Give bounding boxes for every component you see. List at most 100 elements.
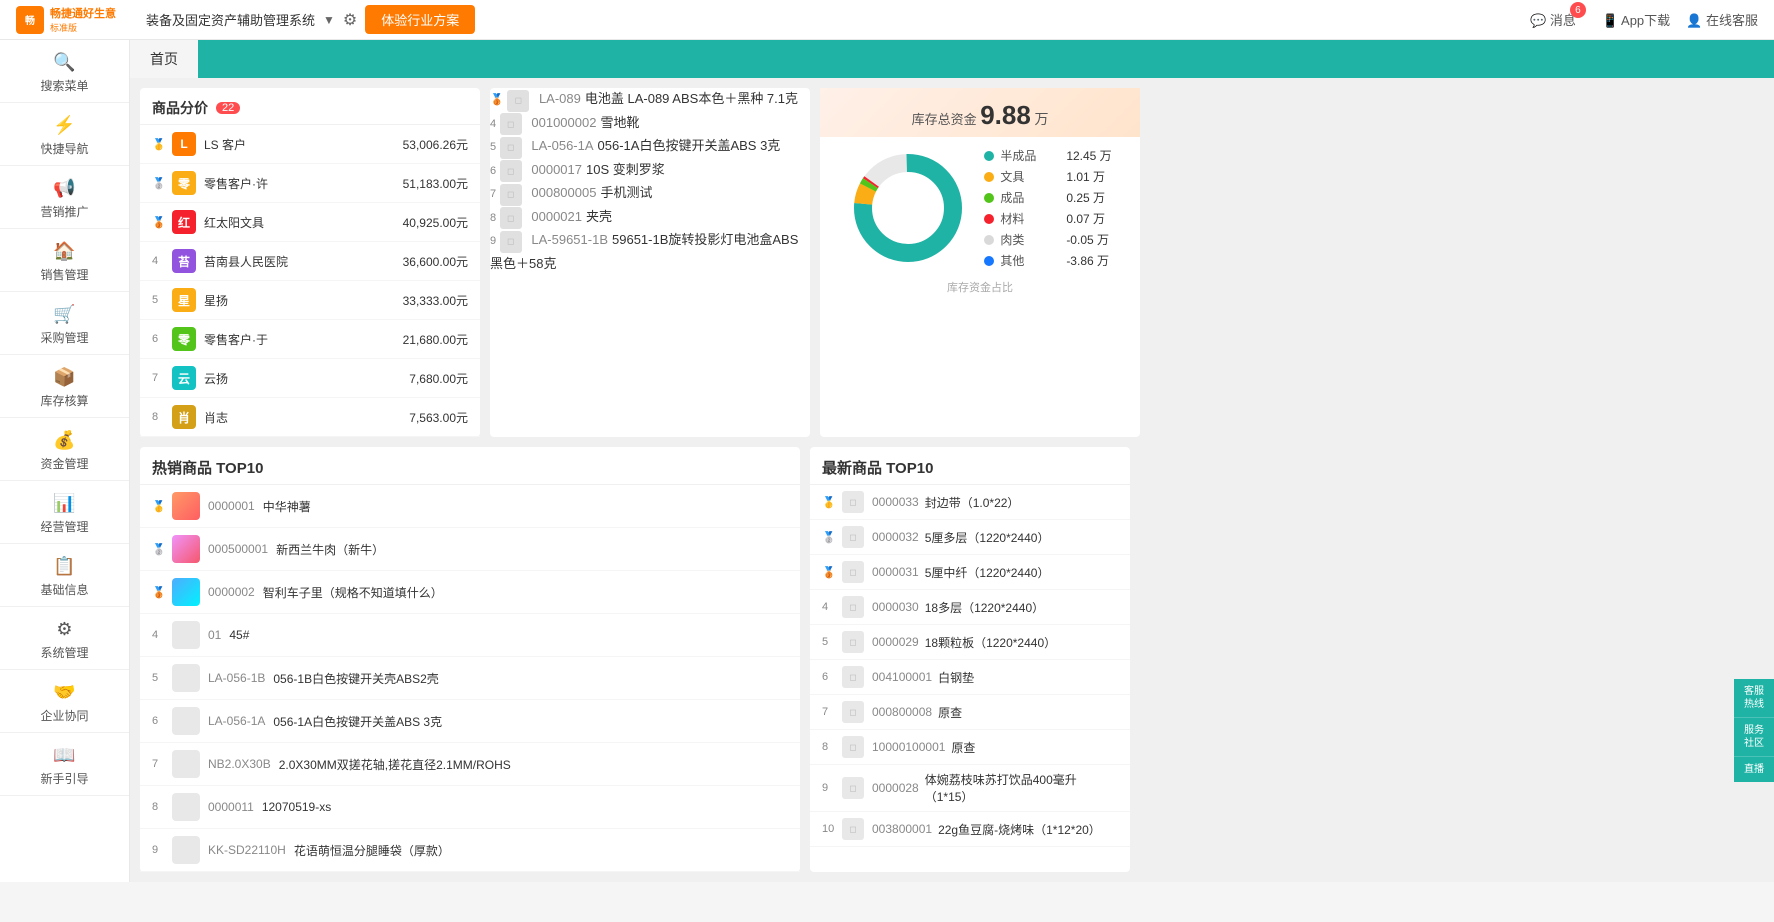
legend-dot-finished [984, 193, 994, 203]
new-prod-img: ◻ [842, 526, 864, 548]
enterprise-icon: 🤝 [53, 682, 75, 703]
table-row: 4 苔 苔南县人民医院 36,600.00元 [140, 242, 480, 281]
table-row: 8 肖 肖志 7,563.00元 [140, 398, 480, 437]
customer-name: 红太阳文具 [204, 214, 403, 231]
new-prod-img: ◻ [842, 701, 864, 723]
basics-icon: 📋 [53, 556, 75, 577]
legend-dot-materials [984, 214, 994, 224]
customer-name: 云扬 [204, 370, 409, 387]
prod-img: ◻ [500, 113, 522, 135]
list-item: 🥈 000500001 新西兰牛肉（新牛） [140, 528, 800, 571]
list-item: 7 ◻ 000800008 原查 [810, 695, 1130, 730]
customer-name: LS 客户 [204, 136, 403, 153]
product-image [172, 578, 200, 606]
customer-name: 苔南县人民医院 [204, 253, 403, 270]
system-dropdown[interactable]: ▼ [323, 13, 335, 27]
new-prod-img: ◻ [842, 491, 864, 513]
float-btn-community[interactable]: 服务社区 [1734, 718, 1774, 757]
customer-name: 零售客户·于 [204, 331, 403, 348]
inventory-label: 库存总资金 [912, 112, 977, 127]
quick-nav-icon: ⚡ [53, 115, 75, 136]
customer-amount: 7,563.00元 [409, 409, 468, 426]
new-prod-img: ◻ [842, 736, 864, 758]
marketing-icon: 📢 [53, 178, 75, 199]
inventory-footnote: 库存资金占比 [820, 279, 1140, 303]
operations-icon: 📊 [53, 493, 75, 514]
product-ranking-panel: 🥉 ◻ LA-089电池盖 LA-089 ABS本色＋黑种 7.1克 4 ◻ 0… [490, 88, 810, 437]
nav-home[interactable]: 首页 [130, 40, 198, 78]
new-products-header: 最新商品 TOP10 [810, 447, 1130, 485]
online-service-btn[interactable]: 👤 在线客服 [1686, 10, 1758, 29]
prod-img: ◻ [500, 231, 522, 253]
logo-icon: 畅 [16, 6, 44, 34]
customer-amount: 53,006.26元 [403, 136, 468, 153]
customer-amount: 51,183.00元 [403, 175, 468, 192]
main-nav: 首页 [130, 40, 1774, 78]
inventory-chart-area: 半成品 12.45 万 文具 1.01 万 成品 0.25 万 [820, 137, 1140, 279]
list-item: 🥉 0000002 智利车子里（规格不知道填什么） [140, 571, 800, 614]
inventory-unit: 万 [1034, 111, 1048, 127]
trial-btn[interactable]: 体验行业方案 [365, 5, 475, 34]
customer-amount: 40,925.00元 [403, 214, 468, 231]
hot-products-list: 🥇 0000001 中华神薯 🥈 000500001 新西兰牛肉（新牛） 🥉 [140, 485, 800, 872]
customer-amount: 36,600.00元 [403, 253, 468, 270]
new-prod-img: ◻ [842, 666, 864, 688]
table-row: 4 ◻ 001000002雪地靴 [490, 112, 810, 136]
float-btn-service[interactable]: 客服热线 [1734, 679, 1774, 718]
customer-amount: 7,680.00元 [409, 370, 468, 387]
message-btn[interactable]: 💬 消息6 [1530, 10, 1586, 29]
rank-icon: 肖 [172, 405, 196, 429]
logo-text: 畅捷通好生意 [50, 5, 116, 21]
hot-products-panel: 热销商品 TOP10 🥇 0000001 中华神薯 🥈 000500001 新西… [140, 447, 800, 872]
sales-icon: 🏠 [53, 241, 75, 262]
sidebar-item-search[interactable]: 🔍 搜索菜单 [0, 40, 129, 103]
list-item: 6 LA-056-1A 056-1A白色按键开关盖ABS 3克 [140, 700, 800, 743]
float-buttons: 客服热线 服务社区 直播 [1734, 679, 1774, 782]
inventory-icon: 📦 [53, 367, 75, 388]
sidebar-item-marketing[interactable]: 📢 营销推广 [0, 166, 129, 229]
product-image-placeholder [172, 621, 200, 649]
float-btn-live[interactable]: 直播 [1734, 757, 1774, 782]
customer-ranking-title: 商品分价 [152, 98, 208, 118]
table-row: 🥈 零 零售客户·许 51,183.00元 [140, 164, 480, 203]
list-item: 9 KK-SD22110H 花语萌恒温分腿睡袋（厚款） [140, 829, 800, 872]
main-layout: 🔍 搜索菜单 ⚡ 快捷导航 📢 营销推广 🏠 销售管理 🛒 采购管理 📦 库存核… [0, 40, 1774, 882]
sidebar-item-finance[interactable]: 💰 资金管理 [0, 418, 129, 481]
product-image-placeholder [172, 664, 200, 692]
sidebar-item-sales[interactable]: 🏠 销售管理 [0, 229, 129, 292]
new-prod-img: ◻ [842, 596, 864, 618]
topbar-center: 装备及固定资产辅助管理系统 ▼ ⚙ 体验行业方案 [146, 5, 1530, 34]
table-row: 7 云 云扬 7,680.00元 [140, 359, 480, 398]
sidebar-item-guide[interactable]: 📖 新手引导 [0, 733, 129, 796]
sidebar-item-basics[interactable]: 📋 基础信息 [0, 544, 129, 607]
settings-icon[interactable]: ⚙ [343, 10, 357, 30]
list-item: 6 ◻ 004100001 白钢垫 [810, 660, 1130, 695]
list-item: 10 ◻ 003800001 22g鱼豆腐-烧烤味（1*12*20） [810, 812, 1130, 847]
sidebar-item-inventory[interactable]: 📦 库存核算 [0, 355, 129, 418]
new-prod-img: ◻ [842, 818, 864, 840]
prod-img: ◻ [507, 90, 529, 112]
sidebar-item-operations[interactable]: 📊 经营管理 [0, 481, 129, 544]
customer-ranking-badge: 22 [216, 102, 240, 114]
hot-products-header: 热销商品 TOP10 [140, 447, 800, 485]
product-image-placeholder [172, 750, 200, 778]
sidebar-item-quicknav[interactable]: ⚡ 快捷导航 [0, 103, 129, 166]
table-row: 🥉 红 红太阳文具 40,925.00元 [140, 203, 480, 242]
legend-item-stationery: 文具 1.01 万 [984, 168, 1111, 185]
list-item: 🥇 ◻ 0000033 封边带（1.0*22） [810, 485, 1130, 520]
new-products-list: 🥇 ◻ 0000033 封边带（1.0*22） 🥈 ◻ 0000032 5厘多层… [810, 485, 1130, 847]
table-row: 8 ◻ 0000021夹壳 [490, 206, 810, 230]
legend-item-meat: 肉类 -0.05 万 [984, 231, 1111, 248]
legend-item-materials: 材料 0.07 万 [984, 210, 1111, 227]
app-download-btn[interactable]: 📱 App下载 [1602, 10, 1670, 29]
table-row: 🥉 ◻ LA-089电池盖 LA-089 ABS本色＋黑种 7.1克 [490, 88, 810, 112]
rank-icon: L [172, 132, 196, 156]
list-item: 4 ◻ 0000030 18多层（1220*2440） [810, 590, 1130, 625]
list-item: 5 ◻ 0000029 18颗粒板（1220*2440） [810, 625, 1130, 660]
sidebar-item-enterprise[interactable]: 🤝 企业协同 [0, 670, 129, 733]
sidebar-item-purchase[interactable]: 🛒 采购管理 [0, 292, 129, 355]
list-item: 🥇 0000001 中华神薯 [140, 485, 800, 528]
legend-item-finished: 成品 0.25 万 [984, 189, 1111, 206]
sidebar-item-system[interactable]: ⚙ 系统管理 [0, 607, 129, 670]
logo-text-area: 畅捷通好生意 标准版 [50, 5, 116, 34]
